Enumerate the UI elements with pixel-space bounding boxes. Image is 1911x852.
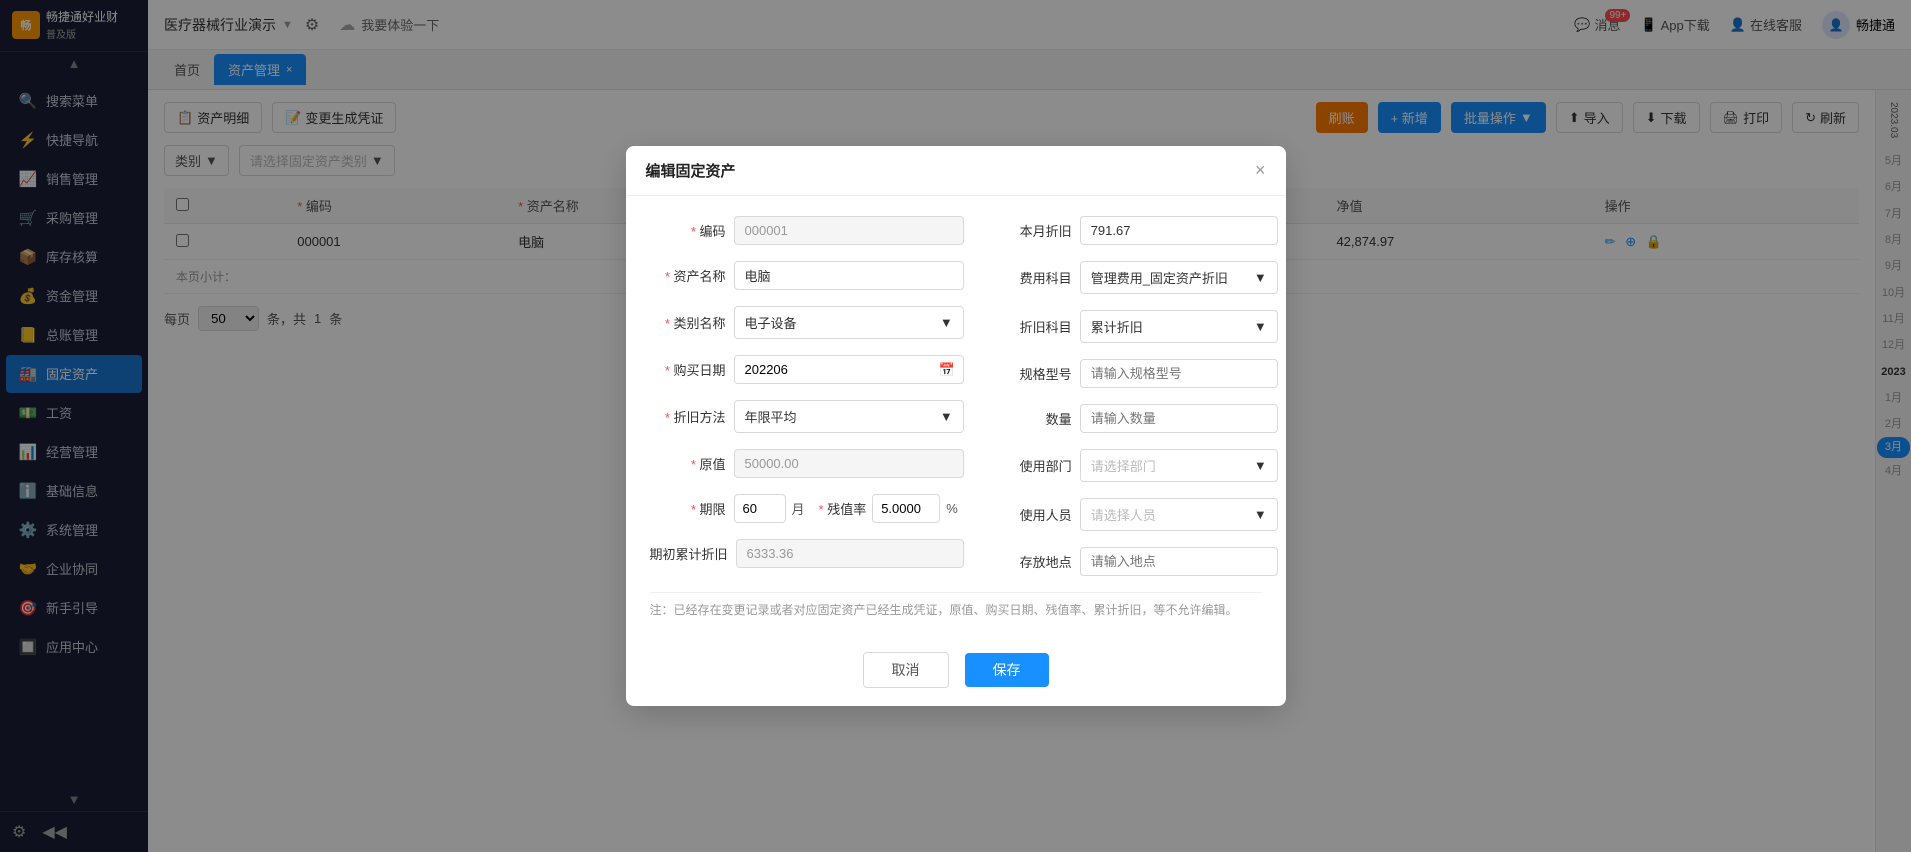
purchase-date-input[interactable] [735,356,931,383]
period-residual-row: 月 残值率 % [734,494,964,523]
period-unit: 月 [792,499,805,518]
form-row-monthly-depr: 本月折旧 [996,216,1278,245]
save-button[interactable]: 保存 [965,653,1049,687]
initial-depr-input[interactable] [736,539,964,568]
depr-method-arrow: ▼ [940,409,953,424]
form-row-expense-subject: 费用科目 管理费用_固定资产折旧 ▼ [996,261,1278,294]
spec-model-label: 规格型号 [996,364,1072,383]
accum-depr-subject-arrow: ▼ [1254,319,1267,334]
expense-subject-label: 费用科目 [996,268,1072,287]
period-input[interactable] [734,494,786,523]
modal-right-col: 本月折旧 费用科目 管理费用_固定资产折旧 ▼ 折旧科目 [996,216,1278,592]
person-placeholder: 请选择人员 [1091,505,1156,524]
location-input[interactable] [1080,547,1278,576]
depr-method-select[interactable]: 年限平均 ▼ [734,400,964,433]
purchase-date-label: 购买日期 [650,360,726,379]
modal-left-col: 编码 资产名称 类别名称 电子设备 ▼ [650,216,964,592]
accum-depr-subject-label: 折旧科目 [996,317,1072,336]
form-row-original-value: 原值 [650,449,964,478]
modal-close-icon[interactable]: × [1255,160,1266,181]
form-row-period: 期限 月 残值率 % [650,494,964,523]
quantity-input[interactable] [1080,404,1278,433]
dept-arrow: ▼ [1254,458,1267,473]
depr-method-label: 折旧方法 [650,407,726,426]
residual-rate-label: 残值率 [819,499,867,518]
form-row-purchase-date: 购买日期 📅 [650,355,964,384]
form-row-quantity: 数量 [996,404,1278,433]
form-row-person: 使用人员 请选择人员 ▼ [996,498,1278,531]
expense-subject-arrow: ▼ [1254,270,1267,285]
modal-body: 编码 资产名称 类别名称 电子设备 ▼ [626,196,1286,638]
modal-footer: 取消 保存 [626,638,1286,706]
quantity-label: 数量 [996,409,1072,428]
depr-method-value: 年限平均 [745,407,797,426]
form-row-location: 存放地点 [996,547,1278,576]
category-select-value: 电子设备 [745,313,797,332]
original-value-input[interactable] [734,449,964,478]
dept-placeholder: 请选择部门 [1091,456,1156,475]
original-value-label: 原值 [650,454,726,473]
code-input[interactable] [734,216,964,245]
modal-overlay: 编辑固定资产 × 编码 资产名称 [0,0,1911,852]
period-label: 期限 [650,499,726,518]
initial-depr-label: 期初累计折旧 [650,544,728,563]
modal-note-text: 注：已经存在变更记录或者对应固定资产已经生成凭证，原值、购买日期、残值率、累计折… [650,603,1238,617]
dept-label: 使用部门 [996,456,1072,475]
form-row-depr-method: 折旧方法 年限平均 ▼ [650,400,964,433]
edit-asset-modal: 编辑固定资产 × 编码 资产名称 [626,146,1286,706]
modal-header: 编辑固定资产 × [626,146,1286,196]
monthly-depr-input[interactable] [1080,216,1278,245]
category-select-arrow: ▼ [940,315,953,330]
spec-model-input[interactable] [1080,359,1278,388]
code-label: 编码 [650,221,726,240]
category-name-label: 类别名称 [650,313,726,332]
monthly-depr-label: 本月折旧 [996,221,1072,240]
accum-depr-subject-select[interactable]: 累计折旧 ▼ [1080,310,1278,343]
modal-form-grid: 编码 资产名称 类别名称 电子设备 ▼ [650,216,1262,592]
calendar-icon[interactable]: 📅 [931,362,963,378]
form-row-initial-depr: 期初累计折旧 [650,539,964,568]
location-label: 存放地点 [996,552,1072,571]
category-select[interactable]: 电子设备 ▼ [734,306,964,339]
cancel-button[interactable]: 取消 [863,652,949,688]
form-row-name: 资产名称 [650,261,964,290]
residual-pct-unit: % [946,501,958,516]
person-select[interactable]: 请选择人员 ▼ [1080,498,1278,531]
residual-rate-input[interactable] [872,494,940,523]
form-row-spec-model: 规格型号 [996,359,1278,388]
expense-subject-select[interactable]: 管理费用_固定资产折旧 ▼ [1080,261,1278,294]
person-arrow: ▼ [1254,507,1267,522]
form-row-dept: 使用部门 请选择部门 ▼ [996,449,1278,482]
accum-depr-subject-value: 累计折旧 [1091,317,1143,336]
form-row-accum-depr-subject: 折旧科目 累计折旧 ▼ [996,310,1278,343]
modal-title: 编辑固定资产 [646,160,736,181]
dept-select[interactable]: 请选择部门 ▼ [1080,449,1278,482]
form-row-code: 编码 [650,216,964,245]
expense-subject-value: 管理费用_固定资产折旧 [1091,268,1228,287]
form-row-category: 类别名称 电子设备 ▼ [650,306,964,339]
modal-note: 注：已经存在变更记录或者对应固定资产已经生成凭证，原值、购买日期、残值率、累计折… [650,592,1262,622]
person-label: 使用人员 [996,505,1072,524]
name-label: 资产名称 [650,266,726,285]
purchase-date-input-wrap: 📅 [734,355,964,384]
name-input[interactable] [734,261,964,290]
